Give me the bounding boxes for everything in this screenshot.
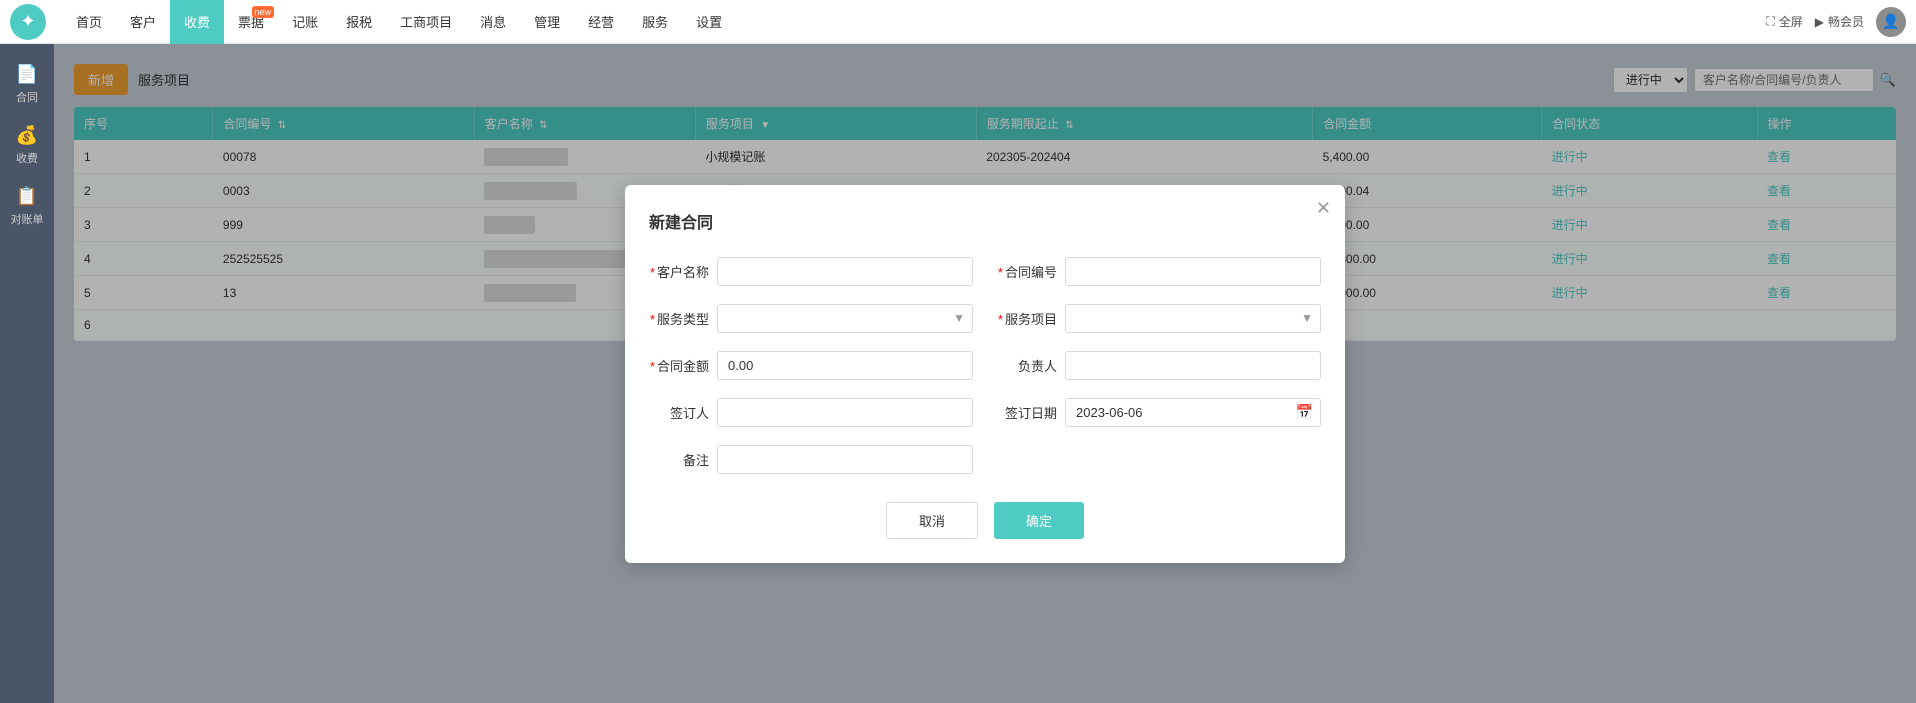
signer-input[interactable] <box>717 398 973 427</box>
fee-icon: 💰 <box>16 125 38 146</box>
modal-dialog: 新建合同 ✕ *客户名称 *合同编号 <box>625 185 1345 563</box>
customer-name-label: *客户名称 <box>649 262 709 281</box>
form-field-service-type: *服务类型 ▼ <box>649 304 973 333</box>
top-nav: ✦ 首页 客户 收费 票据 new 记账 报税 工商项目 消息 管理 经营 服务… <box>0 0 1916 44</box>
sign-date-label: 签订日期 <box>997 403 1057 422</box>
sidebar-item-fee[interactable]: 💰 收费 <box>0 115 54 176</box>
vip-icon: ▶ <box>1815 15 1824 29</box>
contract-amount-input[interactable] <box>717 351 973 380</box>
form-field-contract-no: *合同编号 <box>997 257 1321 286</box>
customer-name-input[interactable] <box>717 257 973 286</box>
notes-input[interactable] <box>717 445 973 474</box>
nav-item-business[interactable]: 工商项目 <box>386 0 466 44</box>
service-type-select-wrapper: ▼ <box>717 304 973 333</box>
nav-item-manage[interactable]: 管理 <box>520 0 574 44</box>
nav-item-message[interactable]: 消息 <box>466 0 520 44</box>
contract-amount-label: *合同金额 <box>649 356 709 375</box>
form-field-notes: 备注 <box>649 445 973 474</box>
vip-button[interactable]: ▶ 畅会员 <box>1815 13 1864 30</box>
form-field-amount: *合同金额 <box>649 351 973 380</box>
contract-no-label: *合同编号 <box>997 262 1057 281</box>
layout: 📄 合同 💰 收费 📋 对账单 新增 服务项目 进行中 已完成 已终止 🔍 <box>0 44 1916 703</box>
logo-icon: ✦ <box>20 11 35 32</box>
responsible-input[interactable] <box>1065 351 1321 380</box>
form-row-4: 签订人 签订日期 📅 <box>649 398 1321 427</box>
nav-item-home[interactable]: 首页 <box>62 0 116 44</box>
sidebar-item-contract[interactable]: 📄 合同 <box>0 54 54 115</box>
notes-label: 备注 <box>649 450 709 469</box>
modal-title: 新建合同 <box>649 209 1321 233</box>
nav-item-customer[interactable]: 客户 <box>116 0 170 44</box>
sidebar-item-statement[interactable]: 📋 对账单 <box>0 176 54 237</box>
confirm-button[interactable]: 确定 <box>994 502 1084 539</box>
form-field-signer: 签订人 <box>649 398 973 427</box>
nav-item-settings[interactable]: 设置 <box>682 0 736 44</box>
contract-no-input[interactable] <box>1065 257 1321 286</box>
service-item-select-wrapper: ▼ <box>1065 304 1321 333</box>
nav-item-fee[interactable]: 收费 <box>170 0 224 44</box>
form-field-responsible: 负责人 <box>997 351 1321 380</box>
signer-label: 签订人 <box>649 403 709 422</box>
nav-item-tax[interactable]: 报税 <box>332 0 386 44</box>
sidebar: 📄 合同 💰 收费 📋 对账单 <box>0 44 54 703</box>
form-field-service-item: *服务项目 ▼ <box>997 304 1321 333</box>
sign-date-wrapper: 📅 <box>1065 398 1321 427</box>
avatar[interactable]: 👤 <box>1876 7 1906 37</box>
new-badge: new <box>252 6 275 18</box>
nav-item-operation[interactable]: 经营 <box>574 0 628 44</box>
nav-items: 首页 客户 收费 票据 new 记账 报税 工商项目 消息 管理 经营 服务 设… <box>62 0 1766 44</box>
modal-footer: 取消 确定 <box>649 502 1321 539</box>
service-item-label: *服务项目 <box>997 309 1057 328</box>
nav-item-bookkeeping[interactable]: 记账 <box>278 0 332 44</box>
top-nav-right: ⛶ 全屏 ▶ 畅会员 👤 <box>1766 7 1906 37</box>
service-type-select[interactable] <box>717 304 973 333</box>
nav-item-invoice[interactable]: 票据 new <box>224 0 278 44</box>
nav-item-service[interactable]: 服务 <box>628 0 682 44</box>
service-type-label: *服务类型 <box>649 309 709 328</box>
fullscreen-icon: ⛶ <box>1766 14 1774 29</box>
sign-date-input[interactable] <box>1065 398 1321 427</box>
modal-close-button[interactable]: ✕ <box>1316 199 1331 217</box>
form-row-2: *服务类型 ▼ *服务项目 <box>649 304 1321 333</box>
logo: ✦ <box>10 4 46 40</box>
service-item-select[interactable] <box>1065 304 1321 333</box>
cancel-button[interactable]: 取消 <box>886 502 978 539</box>
form-field-customer: *客户名称 <box>649 257 973 286</box>
responsible-label: 负责人 <box>997 356 1057 375</box>
form-field-sign-date: 签订日期 📅 <box>997 398 1321 427</box>
main-content: 新增 服务项目 进行中 已完成 已终止 🔍 序号 合同编号 <box>54 44 1916 703</box>
fullscreen-button[interactable]: ⛶ 全屏 <box>1766 13 1802 30</box>
statement-icon: 📋 <box>16 186 38 207</box>
contract-icon: 📄 <box>16 64 38 85</box>
modal-overlay: 新建合同 ✕ *客户名称 *合同编号 <box>54 44 1916 703</box>
form-row-5: 备注 <box>649 445 1321 474</box>
form-row-1: *客户名称 *合同编号 <box>649 257 1321 286</box>
form-row-3: *合同金额 负责人 <box>649 351 1321 380</box>
